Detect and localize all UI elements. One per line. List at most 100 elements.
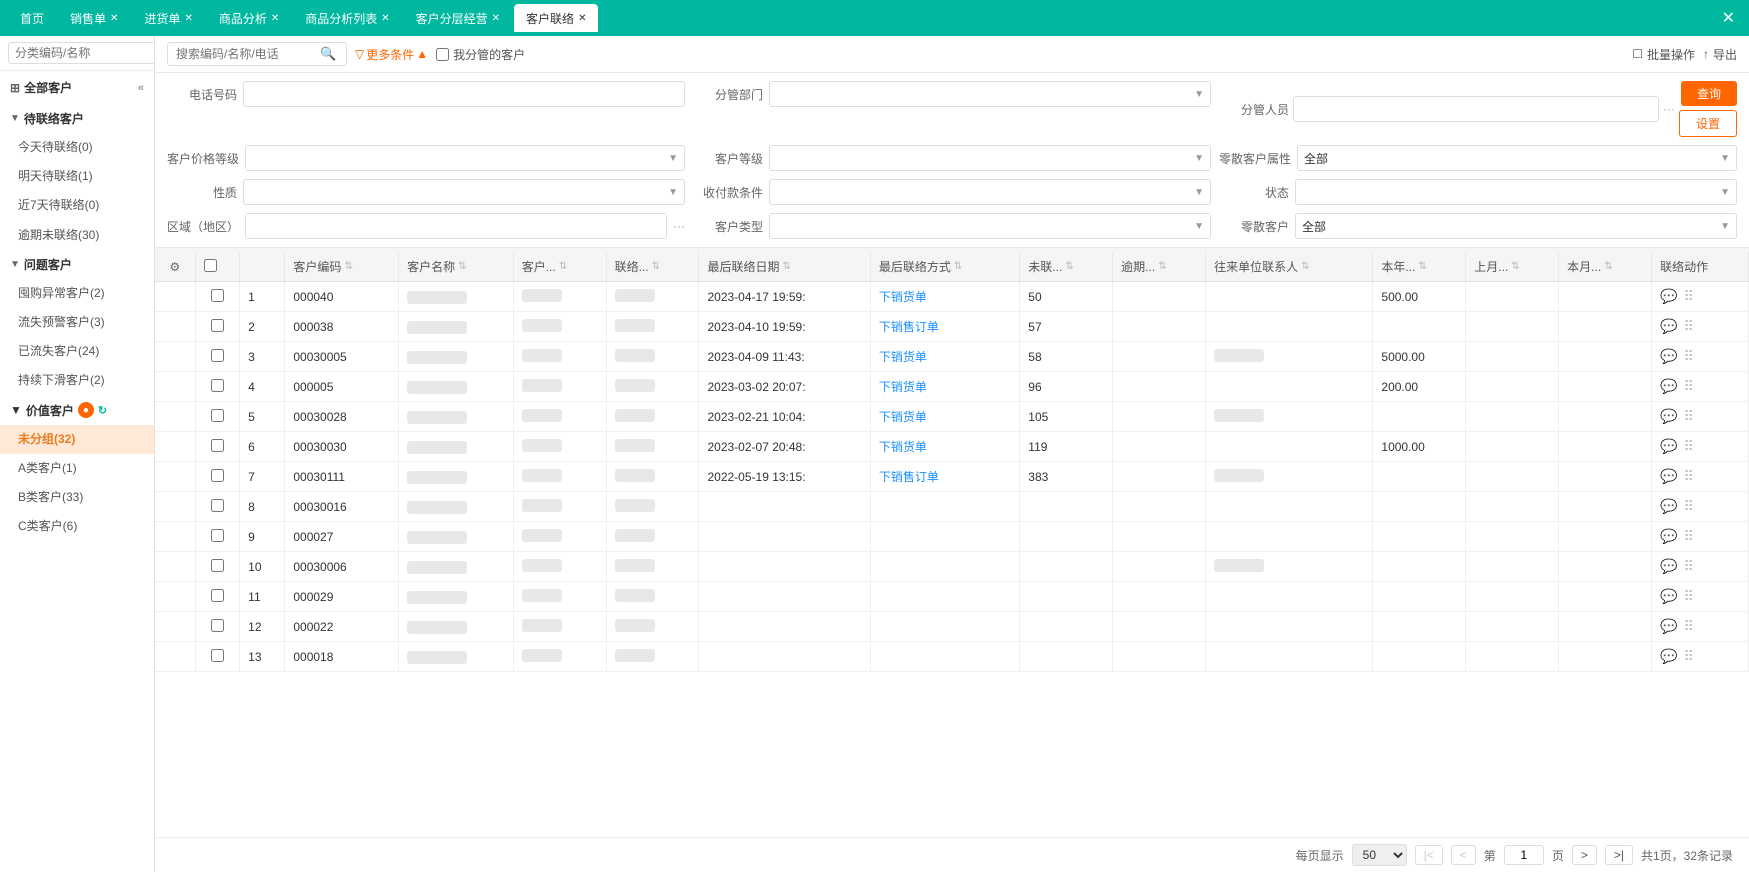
row-last-method[interactable]: 下销货单 — [879, 410, 927, 424]
more-icon[interactable]: ⠿ — [1684, 588, 1694, 605]
sidebar-item-lost[interactable]: 已流失客户(24) — [0, 337, 154, 366]
row-checkbox[interactable] — [211, 499, 224, 512]
sidebar-item-today[interactable]: 今天待联络(0) — [0, 133, 154, 162]
more-icon[interactable]: ⠿ — [1684, 558, 1694, 575]
col-overdue[interactable]: 逾期...⇅ — [1113, 252, 1206, 282]
sidebar-group-problem[interactable]: ▼ 问题客户 — [0, 250, 154, 279]
row-checkbox[interactable] — [211, 649, 224, 662]
chat-icon[interactable]: 💬 — [1660, 588, 1677, 605]
chat-icon[interactable]: 💬 — [1660, 498, 1677, 515]
phone-input[interactable] — [243, 81, 685, 107]
sidebar-item-c-class[interactable]: C类客户(6) — [0, 512, 154, 541]
nature-select[interactable]: ▼ — [243, 179, 685, 205]
sidebar-item-hoarding[interactable]: 囤购异常客户(2) — [0, 279, 154, 308]
filter-search-icon[interactable]: 🔍 — [320, 46, 336, 62]
chat-icon[interactable]: 💬 — [1660, 558, 1677, 575]
more-icon[interactable]: ⠿ — [1684, 288, 1694, 305]
nav-tab-purchase[interactable]: 进货单 ✕ — [132, 4, 204, 32]
row-checkbox[interactable] — [211, 349, 224, 362]
row-checkbox[interactable] — [211, 589, 224, 602]
col-code[interactable]: 客户编码⇅ — [285, 252, 399, 282]
col-last-month[interactable]: 上月...⇅ — [1466, 252, 1559, 282]
sidebar-item-overdue[interactable]: 逾期未联络(30) — [0, 221, 154, 250]
chat-icon[interactable]: 💬 — [1660, 348, 1677, 365]
row-last-method[interactable]: 下销货单 — [879, 290, 927, 304]
my-customers-check[interactable] — [436, 48, 449, 61]
price-level-select[interactable]: ▼ — [245, 145, 685, 171]
chat-icon[interactable]: 💬 — [1660, 618, 1677, 635]
row-checkbox[interactable] — [211, 559, 224, 572]
dept-select[interactable]: ▼ — [769, 81, 1211, 107]
sidebar-search-input[interactable] — [8, 42, 155, 64]
purchase-tab-close[interactable]: ✕ — [184, 13, 192, 24]
row-last-method[interactable]: 下销售订单 — [879, 470, 939, 484]
sidebar-collapse-icon[interactable]: « — [138, 82, 144, 94]
product-analysis-tab-close[interactable]: ✕ — [271, 13, 279, 24]
prev-page-btn[interactable]: < — [1451, 845, 1476, 865]
more-icon[interactable]: ⠿ — [1684, 438, 1694, 455]
sidebar-item-loss-warning[interactable]: 流失预警客户(3) — [0, 308, 154, 337]
col-unit-contact[interactable]: 往来单位联系人⇅ — [1206, 252, 1373, 282]
my-customers-checkbox[interactable]: 我分管的客户 — [436, 46, 525, 63]
col-contact[interactable]: 联络...⇅ — [606, 252, 699, 282]
col-this-year[interactable]: 本年...⇅ — [1373, 252, 1466, 282]
chat-icon[interactable]: 💬 — [1660, 318, 1677, 335]
more-conditions-btn[interactable]: ▽ 更多条件 ▲ — [355, 46, 428, 63]
chat-icon[interactable]: 💬 — [1660, 648, 1677, 665]
col-last-contact-date[interactable]: 最后联络日期⇅ — [699, 252, 870, 282]
row-last-method[interactable]: 下销货单 — [879, 380, 927, 394]
last-page-btn[interactable]: >| — [1605, 845, 1633, 865]
product-analysis-list-tab-close[interactable]: ✕ — [381, 13, 389, 24]
row-checkbox[interactable] — [211, 529, 224, 542]
chat-icon[interactable]: 💬 — [1660, 468, 1677, 485]
row-checkbox[interactable] — [211, 409, 224, 422]
close-all-button[interactable]: ✕ — [1716, 8, 1741, 28]
customer-level-select[interactable]: ▼ — [769, 145, 1211, 171]
manager-select[interactable] — [1293, 96, 1659, 122]
col-name[interactable]: 客户名称⇅ — [399, 252, 514, 282]
more-icon[interactable]: ⠿ — [1684, 648, 1694, 665]
page-size-select[interactable]: 50 100 200 — [1352, 844, 1407, 866]
more-icon[interactable]: ⠿ — [1684, 408, 1694, 425]
select-all-checkbox[interactable] — [204, 259, 217, 272]
chat-icon[interactable]: 💬 — [1660, 528, 1677, 545]
nav-tab-product-analysis-list[interactable]: 商品分析列表 ✕ — [293, 4, 401, 32]
row-last-method[interactable]: 下销货单 — [879, 350, 927, 364]
row-last-method[interactable]: 下销货单 — [879, 440, 927, 454]
region-dots[interactable]: ··· — [673, 219, 685, 233]
row-checkbox[interactable] — [211, 619, 224, 632]
row-checkbox[interactable] — [211, 469, 224, 482]
chat-icon[interactable]: 💬 — [1660, 438, 1677, 455]
manager-dots[interactable]: ··· — [1663, 102, 1675, 116]
page-input[interactable] — [1504, 845, 1544, 865]
row-checkbox[interactable] — [211, 289, 224, 302]
more-icon[interactable]: ⠿ — [1684, 498, 1694, 515]
col-type[interactable]: 客户...⇅ — [513, 252, 606, 282]
row-checkbox[interactable] — [211, 439, 224, 452]
status-select[interactable]: ▼ — [1295, 179, 1737, 205]
sales-tab-close[interactable]: ✕ — [110, 13, 118, 24]
more-icon[interactable]: ⠿ — [1684, 378, 1694, 395]
customer-type-select[interactable]: ▼ — [769, 213, 1211, 239]
export-btn[interactable]: ↑ 导出 — [1703, 46, 1737, 63]
refresh-icon[interactable]: ↻ — [98, 404, 107, 417]
more-icon[interactable]: ⠿ — [1684, 318, 1694, 335]
first-page-btn[interactable]: |< — [1415, 845, 1443, 865]
payment-select[interactable]: ▼ — [769, 179, 1211, 205]
scatter-customer-select[interactable]: 全部 ▼ — [1295, 213, 1737, 239]
col-last-contact-method[interactable]: 最后联络方式⇅ — [870, 252, 1019, 282]
sidebar-item-7days[interactable]: 近7天待联络(0) — [0, 191, 154, 220]
sidebar-item-b-class[interactable]: B类客户(33) — [0, 483, 154, 512]
sidebar-item-tomorrow[interactable]: 明天待联络(1) — [0, 162, 154, 191]
batch-ops-btn[interactable]: ☐ 批量操作 — [1632, 46, 1695, 63]
row-checkbox[interactable] — [211, 379, 224, 392]
customer-segment-tab-close[interactable]: ✕ — [492, 13, 500, 24]
nav-tab-sales[interactable]: 销售单 ✕ — [58, 4, 130, 32]
nav-tab-product-analysis[interactable]: 商品分析 ✕ — [207, 4, 291, 32]
chat-icon[interactable]: 💬 — [1660, 408, 1677, 425]
nav-tab-home[interactable]: 首页 — [8, 4, 56, 32]
chat-icon[interactable]: 💬 — [1660, 288, 1677, 305]
reset-button[interactable]: 设置 — [1679, 110, 1737, 137]
sidebar-item-ungroup[interactable]: 未分组(32) — [0, 425, 154, 454]
col-settings[interactable]: ⚙ — [155, 252, 195, 282]
